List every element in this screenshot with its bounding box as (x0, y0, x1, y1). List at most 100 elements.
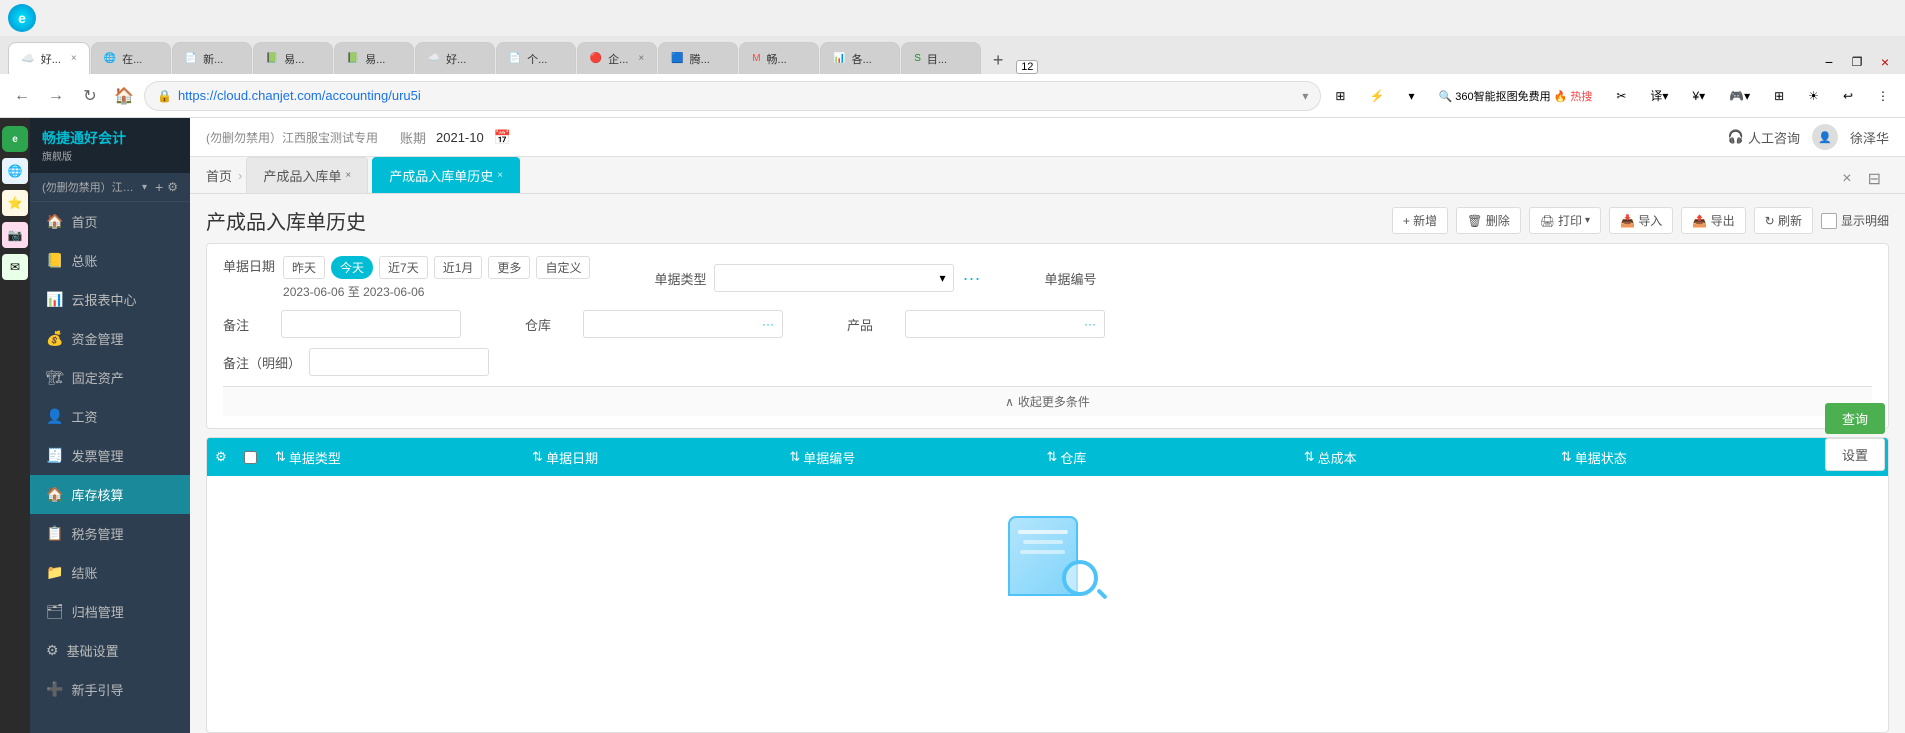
select-all-checkbox[interactable] (235, 438, 265, 476)
date-btn-yesterday[interactable]: 昨天 (283, 256, 325, 279)
sidebar-item-cloud-report[interactable]: 📊 云报表中心 (30, 280, 190, 319)
type-filter-select[interactable]: ▾ (714, 264, 954, 292)
table-settings-icon[interactable]: ⚙ (207, 438, 235, 476)
home-button[interactable]: 🏠 (110, 82, 138, 110)
window-restore[interactable]: ❐ (1845, 50, 1869, 74)
tab-9[interactable]: 🟦 腾... (658, 42, 738, 74)
new-button[interactable]: + 新增 (1392, 207, 1448, 234)
note-filter-input[interactable] (281, 310, 461, 338)
sidebar-item-settlement[interactable]: 📁 结账 (30, 553, 190, 592)
query-button[interactable]: 查询 (1825, 403, 1885, 434)
export-button[interactable]: 📤 导出 (1681, 207, 1745, 234)
page-tab-list-close[interactable]: × (345, 170, 351, 181)
icon-bar-item-1[interactable]: 🌐 (2, 158, 28, 184)
apps-button[interactable]: ⊞ (1766, 87, 1792, 105)
breadcrumb-home[interactable]: 首页 (206, 166, 232, 185)
col-warehouse[interactable]: ⇅ 仓库 (1037, 448, 1294, 467)
search-360-button[interactable]: 🔍 360智能抠图免费用 🔥 热搜 (1430, 86, 1600, 106)
collapse-panel-button[interactable]: ⊟ (1860, 165, 1889, 193)
close-panel-button[interactable]: × (1834, 166, 1859, 192)
window-close[interactable]: × (1873, 50, 1897, 74)
currency-button[interactable]: ¥▾ (1684, 87, 1713, 105)
theme-button[interactable]: ☀ (1800, 87, 1827, 105)
sidebar-item-archive[interactable]: 🗂 归档管理 (30, 592, 190, 631)
new-tab-button[interactable]: + (984, 46, 1012, 74)
product-filter-select[interactable]: ··· (905, 310, 1105, 338)
note-detail-filter-input[interactable] (309, 348, 489, 376)
tab-12[interactable]: S 目... (901, 42, 981, 74)
col-status[interactable]: ⇅ 单据状态 (1551, 448, 1808, 467)
tab-7[interactable]: 🔴 企... × (577, 42, 657, 74)
tab-2[interactable]: 📄 新... (172, 42, 252, 74)
date-btn-today[interactable]: 今天 (331, 256, 373, 279)
warehouse-dots-icon[interactable]: ··· (762, 317, 774, 331)
import-button[interactable]: 📥 导入 (1609, 207, 1673, 234)
tab-active[interactable]: ☁️ 好... × (8, 42, 90, 74)
page-tab-list[interactable]: 产成品入库单 × (246, 157, 368, 193)
more-button[interactable]: ⋮ (1869, 87, 1897, 105)
human-service-button[interactable]: 🎧 人工咨询 (1728, 128, 1800, 147)
add-account-button[interactable]: + (155, 179, 163, 195)
sidebar-item-new-guide[interactable]: ➕ 新手引导 (30, 670, 190, 709)
sidebar-item-home[interactable]: 🏠 首页 (30, 202, 190, 241)
dropdown-button[interactable]: ▾ (1400, 87, 1422, 105)
sidebar-item-fixed-assets[interactable]: 🏗 固定资产 (30, 358, 190, 397)
grid-view-button[interactable]: ⊞ (1327, 87, 1353, 105)
tab-7-close[interactable]: × (638, 53, 644, 64)
tab-3[interactable]: 📗 易... (253, 42, 333, 74)
date-btn-custom[interactable]: 自定义 (536, 256, 590, 279)
date-btn-1month[interactable]: 近1月 (434, 256, 483, 279)
tab-11[interactable]: 📊 各... (820, 42, 900, 74)
settings-button[interactable]: 设置 (1825, 438, 1885, 471)
back-button[interactable]: ← (8, 82, 36, 110)
account-dropdown-icon[interactable]: ▾ (142, 182, 147, 193)
page-tab-history[interactable]: 产成品入库单历史 × (372, 157, 520, 193)
tab-6[interactable]: 📄 个... (496, 42, 576, 74)
settings-icon[interactable]: ⚙ (167, 180, 178, 194)
tab-10[interactable]: M 畅... (739, 42, 819, 74)
sidebar-account[interactable]: (勿删勿禁用）江西服宝测试专用 ▾ + ⚙ (30, 173, 190, 202)
sidebar-item-inventory[interactable]: 🏠 库存核算 (30, 475, 190, 514)
calendar-icon[interactable]: 📅 (494, 129, 511, 146)
refresh-button[interactable]: ↻ 刷新 (1754, 207, 1813, 234)
lightning-button[interactable]: ⚡ (1361, 87, 1392, 105)
display-checkbox[interactable] (1821, 213, 1837, 229)
icon-bar-item-2[interactable]: ⭐ (2, 190, 28, 216)
refresh-browser-button[interactable]: ↻ (76, 82, 104, 110)
warehouse-filter-select[interactable]: ··· (583, 310, 783, 338)
col-number[interactable]: ⇅ 单据编号 (779, 448, 1036, 467)
tab-5[interactable]: ☁️ 好... (415, 42, 495, 74)
translate-button[interactable]: 译▾ (1642, 85, 1676, 106)
icon-bar-item-4[interactable]: ✉ (2, 254, 28, 280)
sidebar-item-payroll[interactable]: 👤 工资 (30, 397, 190, 436)
print-button[interactable]: 🖨 打印 ▾ (1529, 207, 1601, 234)
icon-bar-logo[interactable]: e (2, 126, 28, 152)
print-dropdown-icon[interactable]: ▾ (1585, 215, 1590, 226)
date-btn-7days[interactable]: 近7天 (379, 256, 428, 279)
col-type[interactable]: ⇅ 单据类型 (265, 448, 522, 467)
game-button[interactable]: 🎮▾ (1721, 87, 1758, 105)
user-avatar[interactable]: 👤 (1812, 124, 1838, 150)
scissors-button[interactable]: ✂ (1608, 87, 1634, 105)
date-btn-more[interactable]: 更多 (488, 256, 530, 279)
url-bar[interactable]: 🔒 https://cloud.chanjet.com/accounting/u… (144, 81, 1321, 111)
sidebar-item-general-ledger[interactable]: 📒 总账 (30, 241, 190, 280)
product-dots-icon[interactable]: ··· (1084, 317, 1096, 331)
sidebar-item-tax[interactable]: 📋 税务管理 (30, 514, 190, 553)
sidebar-item-invoice[interactable]: 🧾 发票管理 (30, 436, 190, 475)
tab-1[interactable]: 🌐 在... (91, 42, 171, 74)
window-minimize[interactable]: − (1817, 50, 1841, 74)
url-expand[interactable]: ▾ (1302, 89, 1308, 103)
col-date[interactable]: ⇅ 单据日期 (522, 448, 779, 467)
tab-4[interactable]: 📗 易... (334, 42, 414, 74)
icon-bar-item-3[interactable]: 📷 (2, 222, 28, 248)
delete-button[interactable]: 🗑 删除 (1456, 207, 1521, 234)
table-checkbox-all[interactable] (244, 451, 257, 464)
collapse-filter-button[interactable]: ∧ 收起更多条件 (223, 386, 1872, 416)
sidebar-item-basic-settings[interactable]: ⚙ 基础设置 (30, 631, 190, 670)
col-total-cost[interactable]: ⇅ 总成本 (1294, 448, 1551, 467)
forward-button[interactable]: → (42, 82, 70, 110)
display-settings-toggle[interactable]: 显示明细 (1821, 212, 1889, 229)
sidebar-item-fund[interactable]: 💰 资金管理 (30, 319, 190, 358)
page-tab-history-close[interactable]: × (497, 170, 503, 181)
